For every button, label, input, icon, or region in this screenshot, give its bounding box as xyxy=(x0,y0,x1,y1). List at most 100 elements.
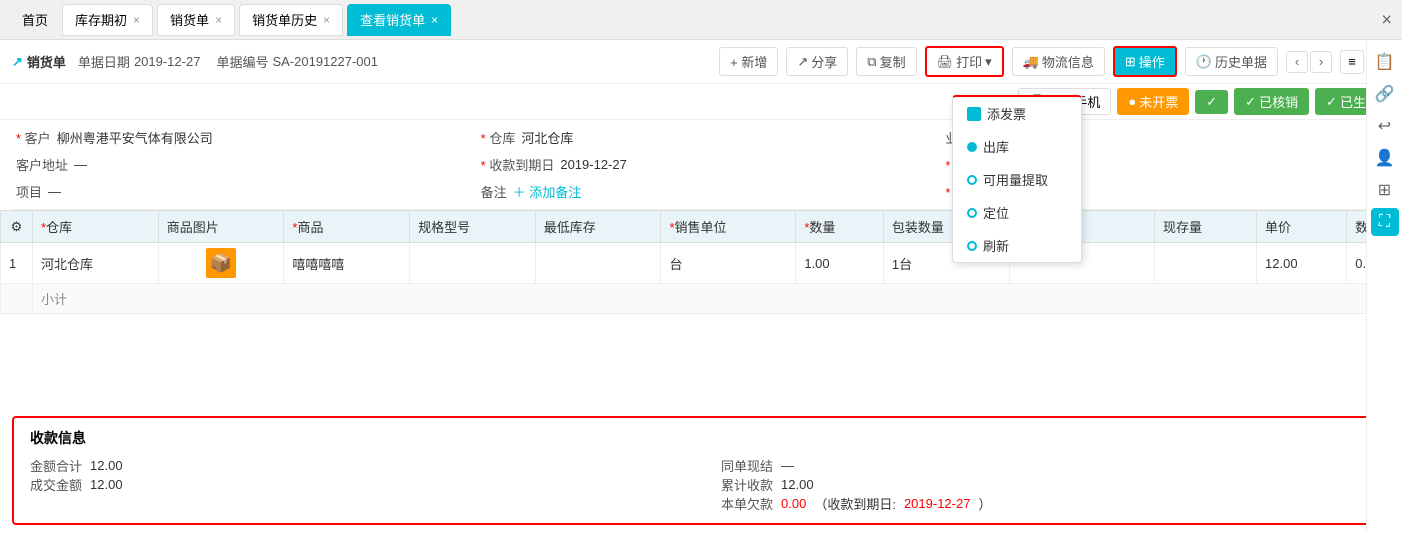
share-icon: ↗ xyxy=(797,54,808,70)
col-quantity: *数量 xyxy=(796,211,884,243)
prev-arrow[interactable]: ‹ xyxy=(1286,51,1308,73)
add-note-label: 添加备注 xyxy=(529,185,581,200)
row-quantity: 1.00 xyxy=(796,243,884,284)
history-button[interactable]: 🕐 历史单据 xyxy=(1185,47,1278,76)
sold-check-icon: ✓ xyxy=(1245,94,1256,110)
logistics-icon: 🚚 xyxy=(1023,54,1039,70)
project-value: — xyxy=(48,184,61,199)
tab-view-sales-close[interactable]: × xyxy=(431,13,438,27)
tab-view-sales[interactable]: 查看销货单 × xyxy=(347,4,451,36)
tab-home-label: 首页 xyxy=(22,10,48,29)
add-note-button[interactable]: ＋ 添加备注 xyxy=(513,182,582,201)
col-image: 商品图片 xyxy=(158,211,284,243)
owe-end: ） xyxy=(978,494,991,513)
col-product: *商品 xyxy=(284,211,410,243)
table-header-row: ⚙ *仓库 商品图片 *商品 规格型号 最低库存 *销售单位 *数量 包装数量 … xyxy=(1,211,1402,243)
due-date-value: 2019-12-27 xyxy=(560,157,627,172)
deal-label: 成交金额 xyxy=(30,475,82,494)
table-row: 1 河北仓库 📦 嘻嘻嘻嘻 台 1.00 1台 12.00 0. xyxy=(1,243,1402,284)
tab-sales[interactable]: 销货单 × xyxy=(157,4,235,36)
dropdown-available[interactable]: 可用量提取 xyxy=(953,163,1081,196)
doc-header: ↗ 销货单 单据日期 2019-12-27 单据编号 SA-20191227-0… xyxy=(0,40,1402,84)
col-warehouse: *仓库 xyxy=(33,211,159,243)
tab-inventory[interactable]: 库存期初 × xyxy=(62,4,153,36)
tab-sales-close[interactable]: × xyxy=(215,13,222,27)
sold-label: 已核销 xyxy=(1259,92,1298,111)
print-dropdown-icon: ▾ xyxy=(985,54,992,70)
locate-label: 定位 xyxy=(983,203,1009,222)
tab-view-sales-label: 查看销货单 xyxy=(360,10,425,29)
table-container[interactable]: ⚙ *仓库 商品图片 *商品 规格型号 最低库存 *销售单位 *数量 包装数量 … xyxy=(0,210,1402,408)
dropdown-outbound[interactable]: 出库 xyxy=(953,130,1081,163)
row-image: 📦 xyxy=(158,243,284,284)
doc-actions: + 新增 ↗ 分享 ⧉ 复制 🖨 打印 ▾ 🚚 物流信息 ⊞ 操作 xyxy=(719,46,1390,77)
deal-value: 12.00 xyxy=(90,477,123,492)
tab-inventory-close[interactable]: × xyxy=(133,13,140,27)
list-view-icon[interactable]: ≡ xyxy=(1340,50,1364,74)
tab-history[interactable]: 销货单历史 × xyxy=(239,4,343,36)
project-row: 项目 — xyxy=(16,182,457,201)
note-label: 备注 xyxy=(481,182,507,201)
logistics-button[interactable]: 🚚 物流信息 xyxy=(1012,47,1105,76)
operate-grid-icon: ⊞ xyxy=(1125,54,1136,70)
col-gear: ⚙ xyxy=(1,211,33,243)
unopened-status-btn[interactable]: ● 未开票 xyxy=(1117,88,1189,115)
available-label: 可用量提取 xyxy=(983,170,1048,189)
copy-button[interactable]: ⧉ 复制 xyxy=(856,47,916,76)
payment-col-left: 金额合计 12.00 成交金额 12.00 xyxy=(30,456,681,513)
doc-type-text: 销货单 xyxy=(27,52,66,71)
project-label: 项目 xyxy=(16,182,42,201)
new-button[interactable]: + 新增 xyxy=(719,47,778,76)
dropdown-locate[interactable]: 定位 xyxy=(953,196,1081,229)
address-value: — xyxy=(74,157,87,172)
payment-info-title: 收款信息 xyxy=(30,428,1372,448)
row-index: 1 xyxy=(1,243,33,284)
payment-info-grid: 金额合计 12.00 成交金额 12.00 同单现结 — 累计收款 12.00 xyxy=(30,456,1372,513)
sold-status-btn[interactable]: ✓ 已核销 xyxy=(1234,88,1309,115)
sidebar-expand-icon[interactable]: ⛶ xyxy=(1371,208,1399,236)
copy-label: 复制 xyxy=(880,52,906,71)
warehouse-row: 仓库 河北仓库 xyxy=(481,128,922,147)
dropdown-menu: 添发票 出库 可用量提取 定位 刷新 xyxy=(952,95,1082,263)
col-stock: 现存量 xyxy=(1155,211,1257,243)
sidebar-user-icon[interactable]: 👤 xyxy=(1371,144,1399,172)
cumulative-label: 累计收款 xyxy=(721,475,773,494)
subtotal-row: 小计 xyxy=(1,284,1402,314)
tab-sales-label: 销货单 xyxy=(170,10,209,29)
owe-value: 0.00 xyxy=(781,496,806,511)
row-min-stock xyxy=(535,243,661,284)
share-button[interactable]: ↗ 分享 xyxy=(786,47,848,76)
doc-number-label: 单据编号 xyxy=(216,52,268,71)
history-icon: 🕐 xyxy=(1196,54,1212,70)
check-icon-btn[interactable]: ✓ xyxy=(1195,90,1228,114)
sidebar-grid-icon[interactable]: ⊞ xyxy=(1371,176,1399,204)
warehouse-value: 河北仓库 xyxy=(521,128,573,147)
dropdown-add-invoice[interactable]: 添发票 xyxy=(953,97,1081,130)
refresh-icon xyxy=(967,241,977,251)
tab-inventory-label: 库存期初 xyxy=(75,10,127,29)
payment-col-right: 同单现结 — 累计收款 12.00 本单欠款 0.00 （收款到期日: 2019… xyxy=(721,456,1372,513)
dropdown-refresh[interactable]: 刷新 xyxy=(953,229,1081,262)
owe-note: （收款到期日: xyxy=(814,494,896,513)
window-close-icon[interactable]: × xyxy=(1381,9,1392,30)
status-bar: 📱 来自手机 ● 未开票 ✓ ✓ 已核销 ✓ 已生效 xyxy=(0,84,1402,120)
tab-home[interactable]: 首页 xyxy=(8,4,62,36)
sidebar-doc-icon[interactable]: 📋 xyxy=(1371,48,1399,76)
same-single-label: 同单现结 xyxy=(721,456,773,475)
main-content: ↗ 销货单 单据日期 2019-12-27 单据编号 SA-20191227-0… xyxy=(0,40,1402,533)
doc-date-value: 2019-12-27 xyxy=(134,54,201,69)
sidebar-return-icon[interactable]: ↩ xyxy=(1371,112,1399,140)
row-unit: 台 xyxy=(661,243,796,284)
row-spec xyxy=(410,243,536,284)
tab-history-close[interactable]: × xyxy=(323,13,330,27)
check-mark-icon: ✓ xyxy=(1206,94,1217,110)
next-arrow[interactable]: › xyxy=(1310,51,1332,73)
print-button[interactable]: 🖨 打印 ▾ xyxy=(925,46,1004,77)
doc-date-label: 单据日期 xyxy=(78,52,130,71)
sales-icon: ↗ xyxy=(12,54,23,70)
outbound-label: 出库 xyxy=(983,137,1009,156)
row-warehouse: 河北仓库 xyxy=(33,243,159,284)
operate-button[interactable]: ⊞ 操作 xyxy=(1113,46,1177,77)
sidebar-link-icon[interactable]: 🔗 xyxy=(1371,80,1399,108)
due-date-row: 收款到期日 2019-12-27 xyxy=(481,155,922,174)
